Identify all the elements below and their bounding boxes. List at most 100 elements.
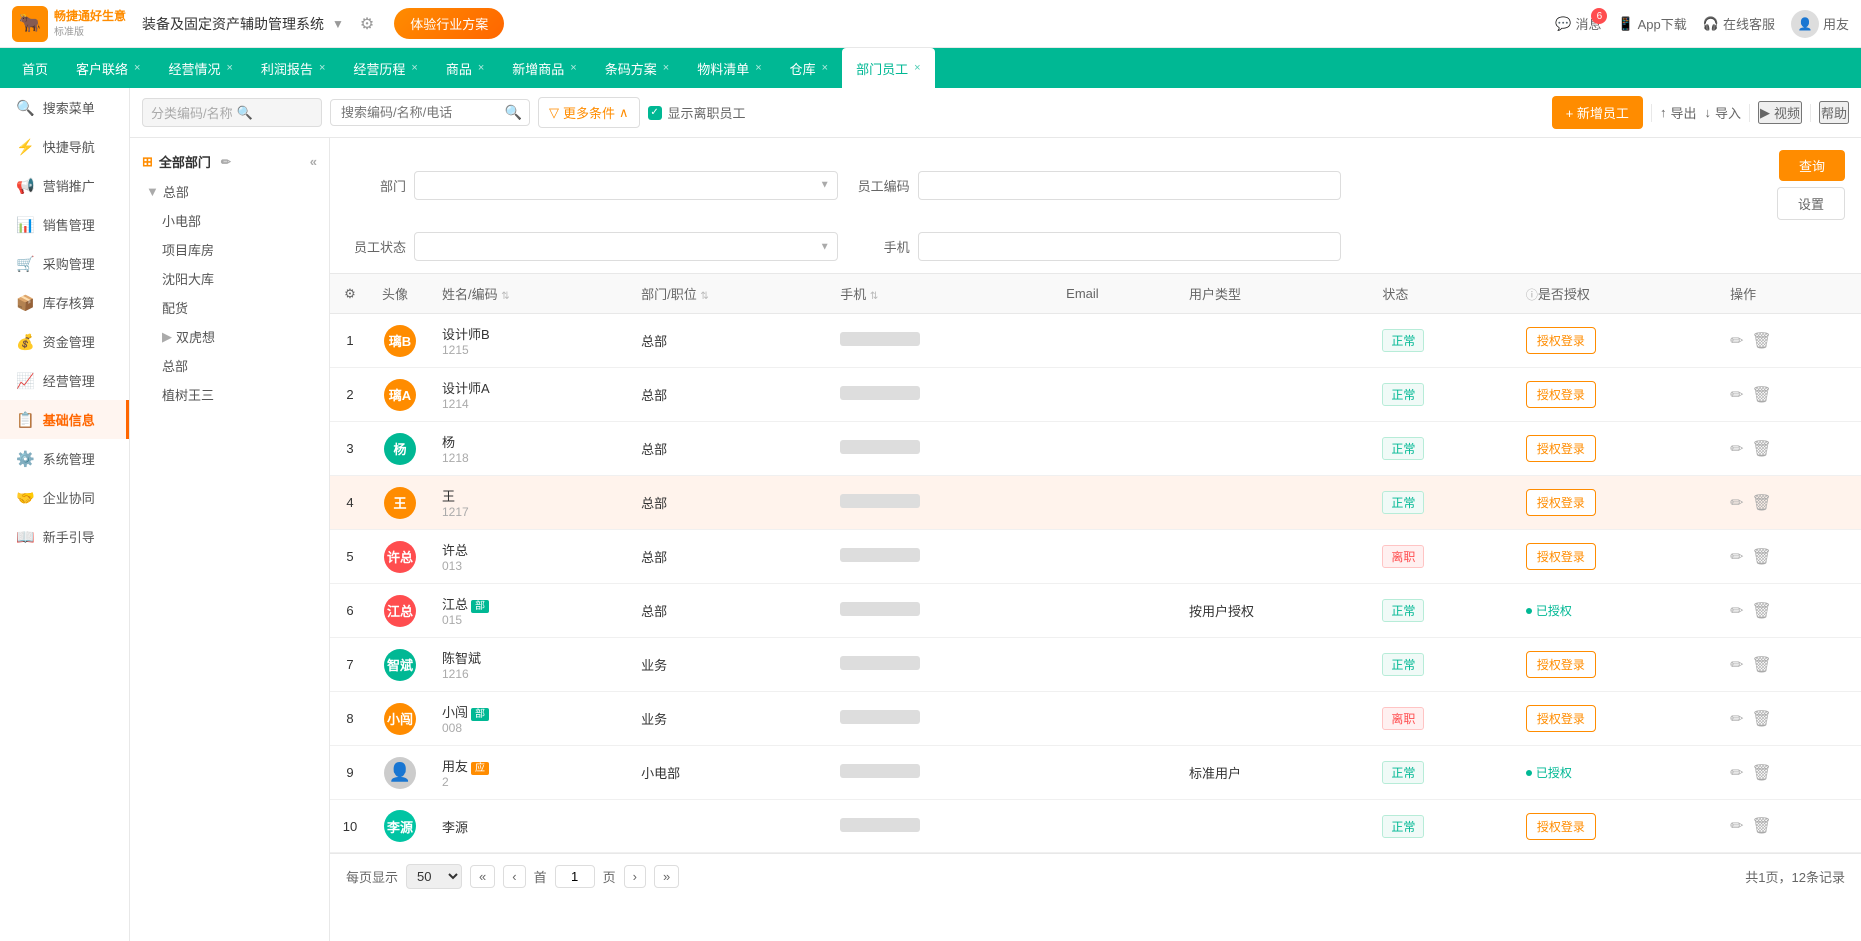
edit-dept-icon[interactable]: ✏ xyxy=(221,155,231,169)
next-page-btn[interactable]: › xyxy=(624,865,646,888)
dept-node-zongbu[interactable]: 总部 xyxy=(130,351,329,380)
auth-login-button[interactable]: 授权登录 xyxy=(1526,381,1596,408)
edit-icon[interactable]: ✏ xyxy=(1730,331,1743,351)
sidebar-item-nav[interactable]: ⚡ 快捷导航 xyxy=(0,127,129,166)
sidebar-item-system[interactable]: ⚙️ 系统管理 xyxy=(0,439,129,478)
all-dept-header[interactable]: ⊞ 全部部门 ✏ « xyxy=(130,146,329,177)
edit-icon[interactable]: ✏ xyxy=(1730,816,1743,836)
delete-icon[interactable]: 🗑 xyxy=(1752,655,1772,675)
sidebar-item-search[interactable]: 🔍 搜索菜单 xyxy=(0,88,129,127)
auth-login-button[interactable]: 授权登录 xyxy=(1526,651,1596,678)
more-filter-btn[interactable]: ▽ 更多条件 ∧ xyxy=(538,97,640,128)
filter-status-select[interactable] xyxy=(414,232,838,261)
sidebar-item-biz[interactable]: 📈 经营管理 xyxy=(0,361,129,400)
dept-node-peihuo[interactable]: 配货 xyxy=(130,293,329,322)
show-resigned-toggle[interactable]: ✓ 显示离职员工 xyxy=(648,103,746,122)
delete-icon[interactable]: 🗑 xyxy=(1752,331,1772,351)
auth-login-button[interactable]: 授权登录 xyxy=(1526,813,1596,840)
auth-login-button[interactable]: 授权登录 xyxy=(1526,435,1596,462)
sidebar-item-guide[interactable]: 📖 新手引导 xyxy=(0,517,129,556)
delete-icon[interactable]: 🗑 xyxy=(1752,601,1772,621)
app-download-btn[interactable]: 📱 App下载 xyxy=(1617,14,1686,33)
edit-icon[interactable]: ✏ xyxy=(1730,439,1743,459)
dept-node-shenyang[interactable]: 沈阳大库 xyxy=(130,264,329,293)
employee-search-input[interactable] xyxy=(330,99,530,126)
dept-node-project[interactable]: 项目库房 xyxy=(130,235,329,264)
nav-bom[interactable]: 物料清单 × xyxy=(683,48,775,88)
edit-icon[interactable]: ✏ xyxy=(1730,601,1743,621)
nav-profit[interactable]: 利润报告 × xyxy=(247,48,339,88)
sidebar-item-purchase[interactable]: 🛒 采购管理 xyxy=(0,244,129,283)
close-icon[interactable]: × xyxy=(570,62,576,74)
col-name-code[interactable]: 姓名/编码 ⇅ xyxy=(430,274,629,314)
import-button[interactable]: ↓ 导入 xyxy=(1704,103,1741,122)
close-icon[interactable]: × xyxy=(319,62,325,74)
sidebar-item-collab[interactable]: 🤝 企业协同 xyxy=(0,478,129,517)
nav-warehouse[interactable]: 仓库 × xyxy=(776,48,842,88)
prev-page-btn[interactable]: ‹ xyxy=(503,865,525,888)
nav-barcode[interactable]: 条码方案 × xyxy=(591,48,683,88)
close-icon[interactable]: × xyxy=(663,62,669,74)
close-icon[interactable]: × xyxy=(134,62,140,74)
sidebar-item-inventory[interactable]: 📦 库存核算 xyxy=(0,283,129,322)
close-icon[interactable]: × xyxy=(226,62,232,74)
dept-search-icon[interactable]: 🔍 xyxy=(237,105,253,121)
col-settings[interactable]: ⚙ xyxy=(330,274,370,314)
sidebar-item-marketing[interactable]: 📢 营销推广 xyxy=(0,166,129,205)
edit-icon[interactable]: ✏ xyxy=(1730,385,1743,405)
dept-node-zhishu[interactable]: 植树王三 xyxy=(130,380,329,409)
online-service-btn[interactable]: 🎧 在线客服 xyxy=(1703,14,1775,33)
delete-icon[interactable]: 🗑 xyxy=(1752,547,1772,567)
settings-icon[interactable]: ⚙ xyxy=(360,14,374,34)
nav-add-goods[interactable]: 新增商品 × xyxy=(498,48,590,88)
nav-operation[interactable]: 经营情况 × xyxy=(154,48,246,88)
sidebar-item-basic[interactable]: 📋 基础信息 xyxy=(0,400,129,439)
edit-icon[interactable]: ✏ xyxy=(1730,709,1743,729)
page-number-input[interactable] xyxy=(555,865,595,888)
dept-node-xiaodibu[interactable]: 小电部 xyxy=(130,206,329,235)
trial-button[interactable]: 体验行业方案 xyxy=(394,8,504,39)
col-dept-pos[interactable]: 部门/职位 ⇅ xyxy=(629,274,828,314)
filter-dept-select[interactable] xyxy=(414,171,838,200)
collapse-icon[interactable]: « xyxy=(310,154,317,169)
close-icon-active[interactable]: × xyxy=(914,62,920,74)
delete-icon[interactable]: 🗑 xyxy=(1752,816,1772,836)
delete-icon[interactable]: 🗑 xyxy=(1752,439,1772,459)
filter-set-button[interactable]: 设置 xyxy=(1777,187,1845,220)
auth-login-button[interactable]: 授权登录 xyxy=(1526,543,1596,570)
sidebar-item-sales[interactable]: 📊 销售管理 xyxy=(0,205,129,244)
help-button[interactable]: 帮助 xyxy=(1819,101,1849,124)
export-button[interactable]: ↑ 导出 xyxy=(1660,103,1697,122)
nav-department[interactable]: 部门员工 × xyxy=(842,48,934,88)
edit-icon[interactable]: ✏ xyxy=(1730,655,1743,675)
nav-history[interactable]: 经营历程 × xyxy=(339,48,431,88)
user-area[interactable]: 👤 用友 xyxy=(1791,10,1849,38)
filter-search-button[interactable]: 查询 xyxy=(1779,150,1845,181)
search-icon-btn[interactable]: 🔍 xyxy=(505,104,522,121)
video-button[interactable]: ▶ 视频 xyxy=(1758,101,1802,124)
auth-login-button[interactable]: 授权登录 xyxy=(1526,489,1596,516)
nav-home[interactable]: 首页 xyxy=(8,48,62,88)
first-page-btn[interactable]: « xyxy=(470,865,495,888)
dept-node-root[interactable]: ▼ 总部 xyxy=(130,177,329,206)
sidebar-item-finance[interactable]: 💰 资金管理 xyxy=(0,322,129,361)
delete-icon[interactable]: 🗑 xyxy=(1752,385,1772,405)
auth-login-button[interactable]: 授权登录 xyxy=(1526,327,1596,354)
delete-icon[interactable]: 🗑 xyxy=(1752,709,1772,729)
delete-icon[interactable]: 🗑 xyxy=(1752,493,1772,513)
dropdown-arrow-icon[interactable]: ▼ xyxy=(332,17,344,31)
close-icon[interactable]: × xyxy=(411,62,417,74)
close-icon[interactable]: × xyxy=(822,62,828,74)
filter-mobile-input[interactable] xyxy=(918,232,1342,261)
add-employee-button[interactable]: + 新增员工 xyxy=(1552,96,1643,129)
page-size-select[interactable]: 50 10 20 100 xyxy=(406,864,462,889)
col-mobile[interactable]: 手机 ⇅ xyxy=(828,274,1054,314)
edit-icon[interactable]: ✏ xyxy=(1730,763,1743,783)
edit-icon[interactable]: ✏ xyxy=(1730,493,1743,513)
auth-login-button[interactable]: 授权登录 xyxy=(1526,705,1596,732)
close-icon[interactable]: × xyxy=(755,62,761,74)
nav-customer[interactable]: 客户联络 × xyxy=(62,48,154,88)
info-icon[interactable]: ⓘ xyxy=(1526,288,1538,302)
filter-emp-code-input[interactable] xyxy=(918,171,1342,200)
nav-goods[interactable]: 商品 × xyxy=(432,48,498,88)
